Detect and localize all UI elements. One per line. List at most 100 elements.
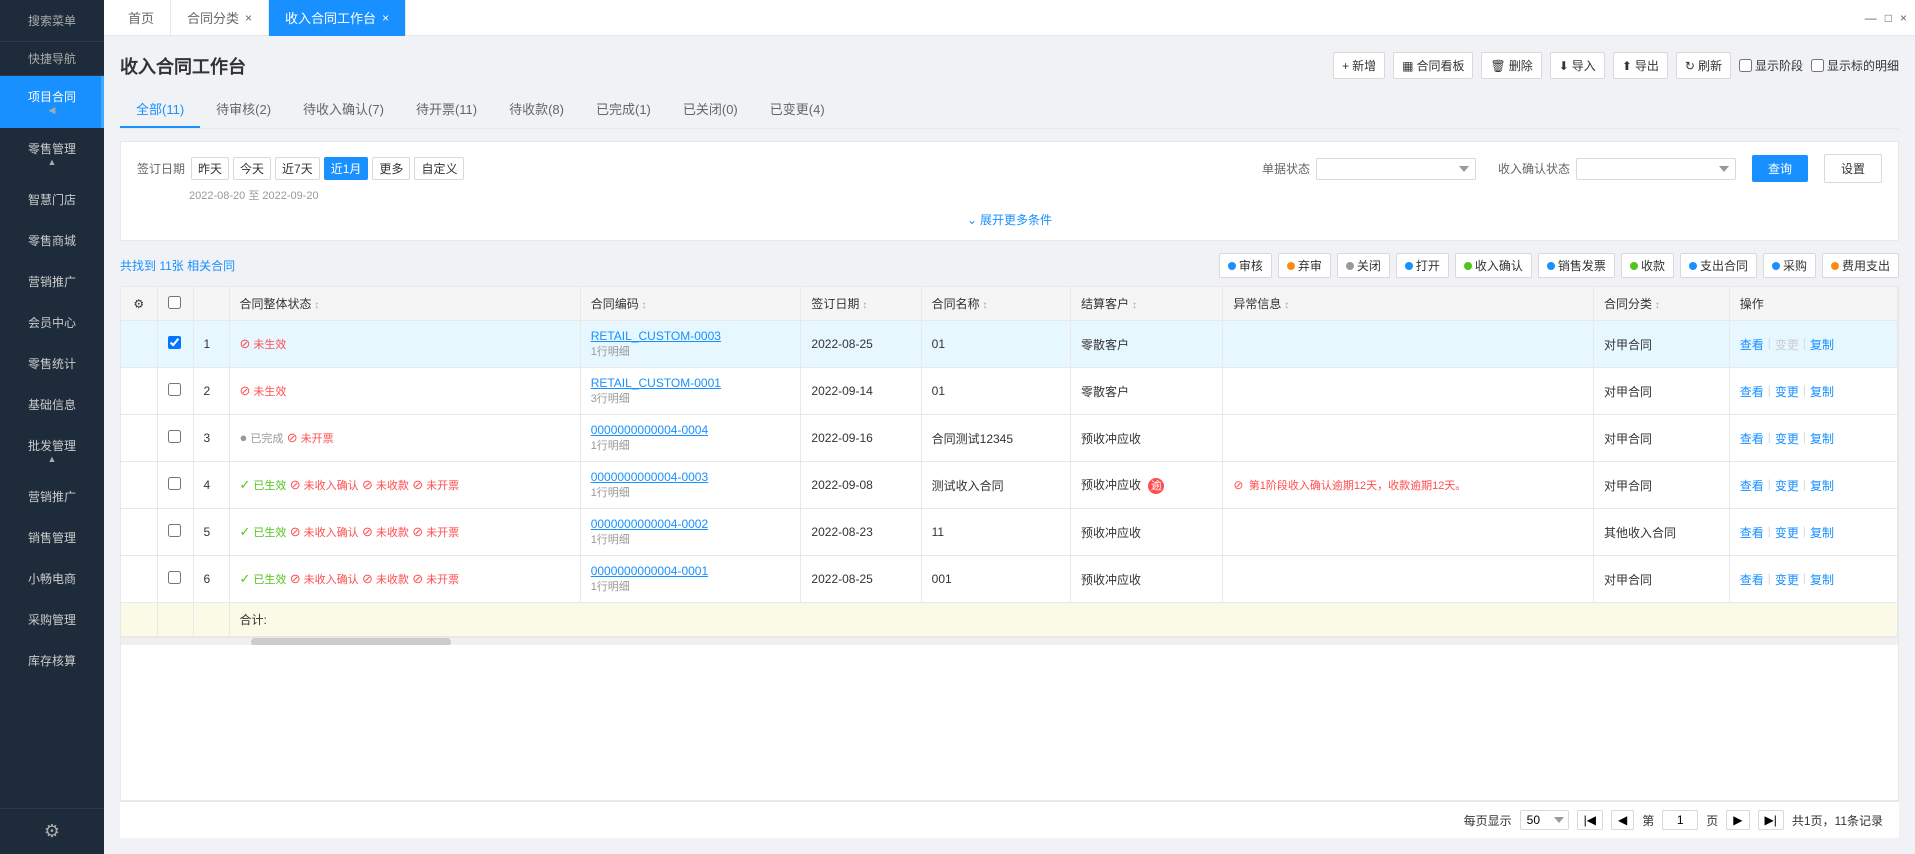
status-tab-completed[interactable]: 已完成(1)	[580, 91, 667, 128]
row-checkbox[interactable]	[168, 571, 181, 584]
status-tab-changed[interactable]: 已变更(4)	[754, 91, 841, 128]
income-confirm-btn[interactable]: 收入确认	[1455, 253, 1532, 278]
th-contract-category[interactable]: 合同分类	[1593, 287, 1729, 321]
th-contract-code[interactable]: 合同编码	[580, 287, 801, 321]
sales-invoice-btn[interactable]: 销售发票	[1538, 253, 1615, 278]
action-change[interactable]: 变更	[1775, 477, 1799, 494]
status-tab-pending-invoice[interactable]: 待开票(11)	[400, 91, 493, 128]
date-btn-today[interactable]: 今天	[233, 157, 271, 180]
sidebar-settings[interactable]: ⚙	[0, 808, 104, 854]
window-minimize[interactable]: —	[1865, 11, 1877, 25]
payment-btn[interactable]: 收款	[1621, 253, 1674, 278]
row-checkbox[interactable]	[168, 430, 181, 443]
scrollbar-thumb[interactable]	[251, 638, 451, 645]
row-checkbox[interactable]	[168, 336, 181, 349]
date-btn-yesterday[interactable]: 昨天	[191, 157, 229, 180]
tab-income-contract-close[interactable]: ×	[382, 11, 389, 25]
window-maximize[interactable]: □	[1885, 11, 1892, 25]
sidebar-item-marketing[interactable]: 营销推广	[0, 261, 104, 302]
action-change[interactable]: 变更	[1775, 524, 1799, 541]
page-size-select[interactable]: 50 10 20 100	[1520, 810, 1569, 830]
action-view[interactable]: 查看	[1740, 571, 1764, 588]
date-btn-custom[interactable]: 自定义	[414, 157, 464, 180]
status-tab-all[interactable]: 全部(11)	[120, 91, 200, 128]
action-view[interactable]: 查看	[1740, 336, 1764, 353]
sidebar-item-project[interactable]: 项目合同 ◀	[0, 76, 104, 128]
expand-filter-btn[interactable]: ⌄ 展开更多条件	[967, 211, 1052, 228]
action-copy[interactable]: 复制	[1810, 430, 1834, 447]
contract-code-link[interactable]: 0000000000004-0004	[591, 423, 708, 437]
page-next-btn[interactable]: ▶	[1726, 810, 1749, 830]
action-copy[interactable]: 复制	[1810, 383, 1834, 400]
sidebar-item-sales-mgmt[interactable]: 销售管理	[0, 517, 104, 558]
action-view[interactable]: 查看	[1740, 430, 1764, 447]
status-tab-pending-review[interactable]: 待审核(2)	[200, 91, 287, 128]
tab-contract-cat[interactable]: 合同分类 ×	[171, 0, 269, 36]
refresh-button[interactable]: ↻ 刷新	[1676, 52, 1731, 79]
tab-contract-cat-close[interactable]: ×	[245, 11, 252, 25]
expense-output-btn[interactable]: 费用支出	[1822, 253, 1899, 278]
close-btn[interactable]: 关闭	[1337, 253, 1390, 278]
sidebar-item-smart-store[interactable]: 智慧门店	[0, 179, 104, 220]
sidebar-item-base-info[interactable]: 基础信息	[0, 384, 104, 425]
contract-code-link[interactable]: 0000000000004-0001	[591, 564, 708, 578]
sidebar-item-inventory[interactable]: 库存核算	[0, 640, 104, 681]
income-confirm-select[interactable]	[1576, 158, 1736, 180]
new-button[interactable]: + 新增	[1333, 52, 1385, 79]
action-copy[interactable]: 复制	[1810, 336, 1834, 353]
query-button[interactable]: 查询	[1752, 155, 1808, 182]
doc-status-select[interactable]	[1316, 158, 1476, 180]
row-checkbox[interactable]	[168, 477, 181, 490]
tab-home[interactable]: 首页	[112, 0, 171, 36]
page-number-input[interactable]	[1662, 810, 1698, 830]
review-btn[interactable]: 审核	[1219, 253, 1272, 278]
date-btn-last7[interactable]: 近7天	[275, 157, 320, 180]
row-checkbox[interactable]	[168, 524, 181, 537]
action-change[interactable]: 变更	[1775, 336, 1799, 353]
show-fields-checkbox[interactable]: 显示阶段	[1739, 57, 1803, 74]
th-overall-status[interactable]: 合同整体状态	[229, 287, 580, 321]
sidebar-quick-nav[interactable]: 快捷导航	[0, 42, 104, 76]
tab-income-contract[interactable]: 收入合同工作台 ×	[269, 0, 406, 36]
th-sign-date[interactable]: 签订日期	[801, 287, 921, 321]
select-all-checkbox[interactable]	[168, 296, 181, 309]
show-detail-checkbox[interactable]: 显示标的明细	[1811, 57, 1899, 74]
th-settle-customer[interactable]: 结算客户	[1071, 287, 1223, 321]
show-detail-input[interactable]	[1811, 59, 1824, 72]
import-button[interactable]: ⬇ 导入	[1550, 52, 1605, 79]
action-view[interactable]: 查看	[1740, 383, 1764, 400]
sidebar-item-retail-mall[interactable]: 零售商城	[0, 220, 104, 261]
row-checkbox[interactable]	[168, 383, 181, 396]
show-fields-input[interactable]	[1739, 59, 1752, 72]
contract-code-link[interactable]: RETAIL_CUSTOM-0003	[591, 329, 721, 343]
delete-button[interactable]: 🗑 删除	[1481, 52, 1541, 79]
status-tab-pending-confirm[interactable]: 待收入确认(7)	[287, 91, 400, 128]
output-contract-btn[interactable]: 支出合同	[1680, 253, 1757, 278]
action-copy[interactable]: 复制	[1810, 524, 1834, 541]
date-btn-last1month[interactable]: 近1月	[324, 157, 369, 180]
abandon-btn[interactable]: 弃审	[1278, 253, 1331, 278]
action-view[interactable]: 查看	[1740, 524, 1764, 541]
table-scrollbar[interactable]	[121, 637, 1898, 645]
purchase-btn[interactable]: 采购	[1763, 253, 1816, 278]
sidebar-item-batch-mgmt[interactable]: 批发管理 ▲	[0, 425, 104, 476]
sidebar-item-ecommerce[interactable]: 小畅电商	[0, 558, 104, 599]
window-close[interactable]: ×	[1900, 11, 1907, 25]
contract-code-link[interactable]: RETAIL_CUSTOM-0001	[591, 376, 721, 390]
contract-code-link[interactable]: 0000000000004-0003	[591, 470, 708, 484]
page-first-btn[interactable]: |◀	[1577, 810, 1603, 830]
page-prev-btn[interactable]: ◀	[1611, 810, 1634, 830]
sidebar-search[interactable]: 搜索菜单	[0, 0, 104, 42]
open-btn[interactable]: 打开	[1396, 253, 1449, 278]
th-settings[interactable]: ⚙	[121, 287, 157, 321]
sidebar-item-retail-stats[interactable]: 零售统计	[0, 343, 104, 384]
action-change[interactable]: 变更	[1775, 430, 1799, 447]
sidebar-item-retail-mgmt[interactable]: 零售管理 ▲	[0, 128, 104, 179]
status-tab-closed[interactable]: 已关闭(0)	[667, 91, 754, 128]
action-change[interactable]: 变更	[1775, 383, 1799, 400]
status-tab-pending-payment[interactable]: 待收款(8)	[493, 91, 580, 128]
sidebar-item-member[interactable]: 会员中心	[0, 302, 104, 343]
sidebar-item-purchase[interactable]: 采购管理	[0, 599, 104, 640]
sidebar-item-marketing2[interactable]: 营销推广	[0, 476, 104, 517]
th-contract-name[interactable]: 合同名称	[921, 287, 1070, 321]
